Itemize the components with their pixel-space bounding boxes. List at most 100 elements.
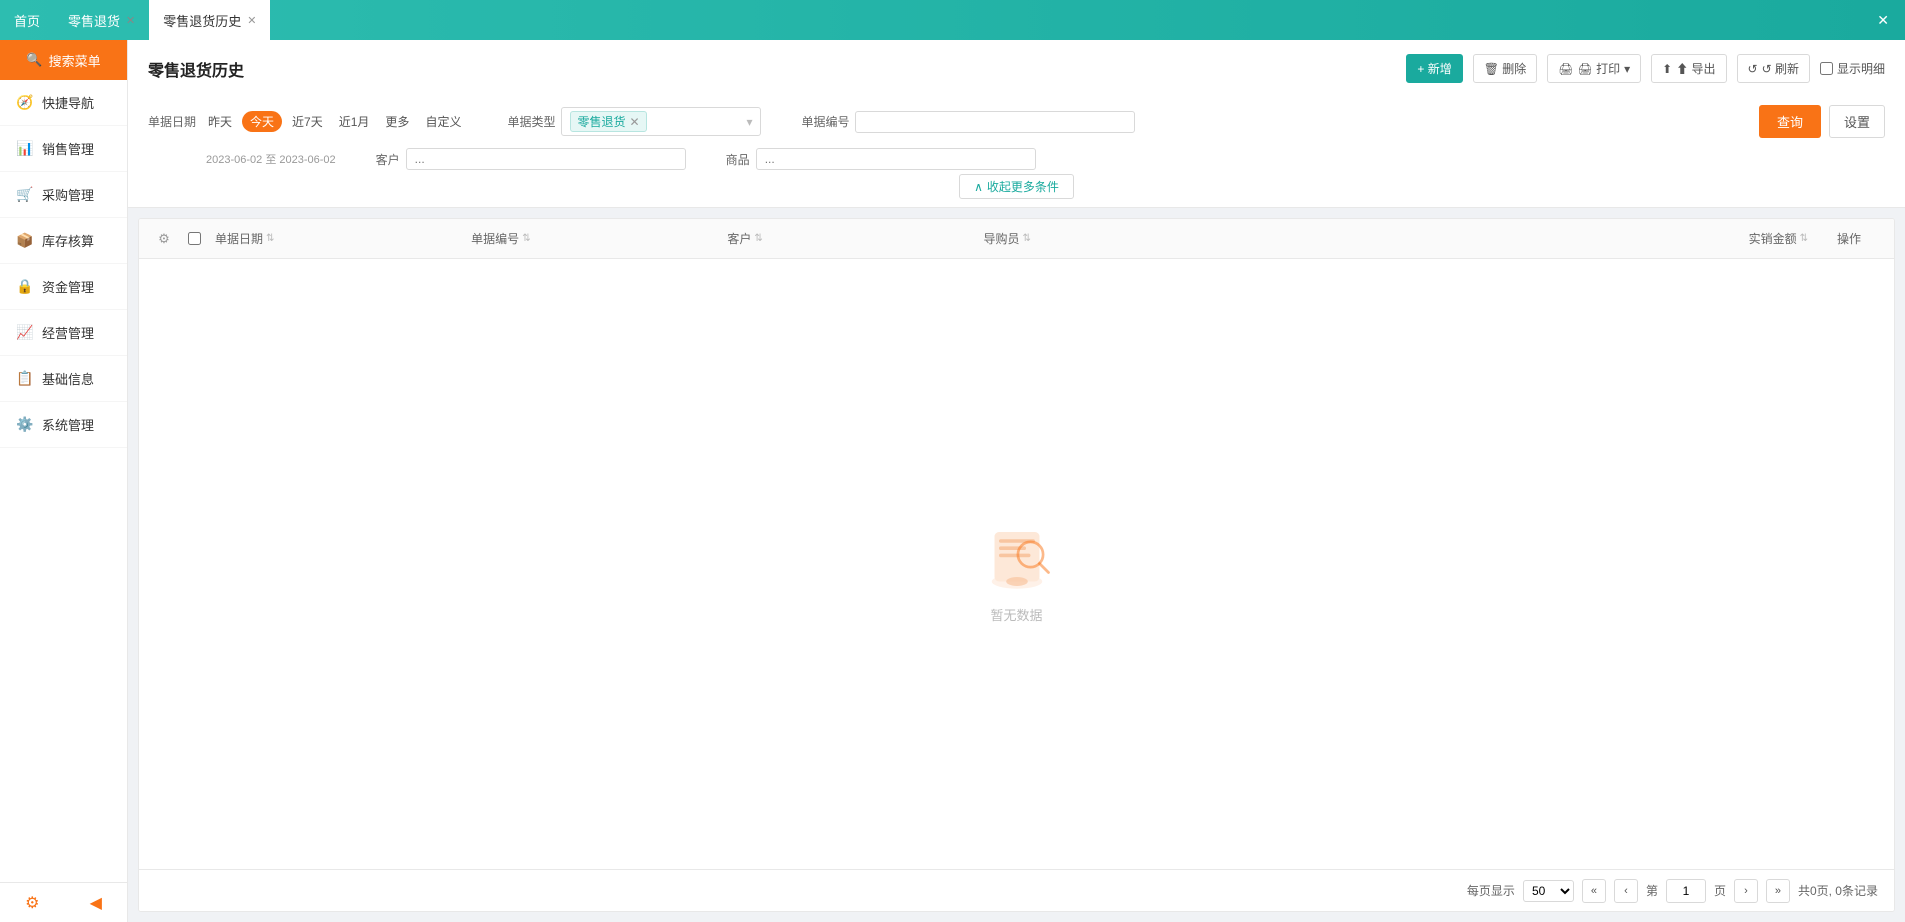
close-icon[interactable]: ✕ bbox=[126, 14, 135, 27]
sidebar-item-operations[interactable]: 📈 经营管理 bbox=[0, 310, 127, 356]
th-guide: 导购员 ⇅ bbox=[978, 230, 1234, 247]
per-page-label: 每页显示 bbox=[1467, 882, 1515, 899]
system-icon: ⚙️ bbox=[16, 416, 34, 434]
basic-info-icon: 📋 bbox=[16, 370, 34, 388]
finance-icon: 🔒 bbox=[16, 278, 34, 296]
content-area: 零售退货历史 + 新增 🗑 删除 🖨 🖨 打印 ▾ ⬆ ⬆ 导出 ↺ bbox=[128, 40, 1905, 922]
per-page-select[interactable]: 50 20 100 bbox=[1523, 880, 1574, 902]
sidebar: 🔍 搜索菜单 🧭 快捷导航 📊 销售管理 🛒 采购管理 📦 库存核算 🔒 bbox=[0, 40, 128, 922]
export-button[interactable]: ⬆ ⬆ 导出 bbox=[1651, 54, 1726, 83]
sidebar-item-finance[interactable]: 🔒 资金管理 bbox=[0, 264, 127, 310]
sidebar-item-label: 经营管理 bbox=[42, 323, 94, 342]
th-customer-label: 客户 bbox=[727, 230, 751, 247]
shortcut-custom[interactable]: 自定义 bbox=[419, 111, 467, 132]
new-button[interactable]: + 新增 bbox=[1406, 54, 1462, 83]
refresh-icon: ↺ bbox=[1748, 62, 1758, 76]
shortcut-today[interactable]: 今天 bbox=[242, 111, 282, 132]
shortcut-7days[interactable]: 近7天 bbox=[286, 111, 329, 132]
sort-icon[interactable]: ⇅ bbox=[754, 233, 762, 244]
table-settings-icon[interactable]: ⚙ bbox=[149, 231, 179, 247]
sidebar-item-label: 基础信息 bbox=[42, 369, 94, 388]
page-title: 零售退货历史 bbox=[148, 57, 244, 81]
page-label: 页 bbox=[1714, 882, 1726, 899]
date-shortcuts: 昨天 今天 近7天 近1月 更多 自定义 bbox=[202, 111, 467, 132]
delete-button[interactable]: 🗑 删除 bbox=[1473, 54, 1538, 83]
sort-icon[interactable]: ⇅ bbox=[1023, 233, 1031, 244]
collapse-up-icon: ∧ bbox=[974, 180, 983, 194]
content-header: 零售退货历史 + 新增 🗑 删除 🖨 🖨 打印 ▾ ⬆ ⬆ 导出 ↺ bbox=[128, 40, 1905, 208]
inventory-icon: 📦 bbox=[16, 232, 34, 250]
sort-icon[interactable]: ⇅ bbox=[1800, 233, 1808, 244]
sidebar-settings-button[interactable]: ⚙ bbox=[25, 893, 39, 913]
print-button[interactable]: 🖨 🖨 打印 ▾ bbox=[1547, 54, 1641, 83]
title-row: 零售退货历史 + 新增 🗑 删除 🖨 🖨 打印 ▾ ⬆ ⬆ 导出 ↺ bbox=[148, 54, 1885, 83]
sidebar-collapse-button[interactable]: ◀ bbox=[90, 893, 102, 913]
voucher-type-label: 单据类型 bbox=[507, 113, 555, 130]
settings-button[interactable]: 设置 bbox=[1829, 105, 1885, 138]
tab-bar: 首页 零售退货 ✕ 零售退货历史 ✕ bbox=[0, 0, 1877, 40]
show-detail-label: 显示明细 bbox=[1837, 60, 1885, 77]
sidebar-bottom: ⚙ ◀ bbox=[0, 882, 127, 922]
th-date: 单据日期 ⇅ bbox=[209, 230, 465, 247]
first-page-button[interactable]: « bbox=[1582, 879, 1606, 903]
operations-icon: 📈 bbox=[16, 324, 34, 342]
goods-filter: 商品 bbox=[726, 148, 1036, 170]
sidebar-item-purchase[interactable]: 🛒 采购管理 bbox=[0, 172, 127, 218]
window-close-button[interactable]: ✕ bbox=[1877, 12, 1905, 29]
next-page-button[interactable]: › bbox=[1734, 879, 1758, 903]
customer-filter: 客户 bbox=[376, 148, 686, 170]
shortcut-yesterday[interactable]: 昨天 bbox=[202, 111, 238, 132]
filter-area: 单据日期 昨天 今天 近7天 近1月 更多 自定义 单据类型 bbox=[148, 95, 1885, 207]
filter-row-2: 2023-06-02 至 2023-06-02 客户 商品 bbox=[148, 148, 1885, 170]
action-buttons: 查询 设置 bbox=[1759, 105, 1885, 138]
sidebar-item-sales[interactable]: 📊 销售管理 bbox=[0, 126, 127, 172]
sidebar-search[interactable]: 🔍 搜索菜单 bbox=[0, 40, 127, 80]
sidebar-item-label: 资金管理 bbox=[42, 277, 94, 296]
table-select-all-checkbox[interactable] bbox=[179, 232, 209, 245]
sidebar-item-system[interactable]: ⚙️ 系统管理 bbox=[0, 402, 127, 448]
shortcut-more[interactable]: 更多 bbox=[379, 111, 415, 132]
toolbar: + 新增 🗑 删除 🖨 🖨 打印 ▾ ⬆ ⬆ 导出 ↺ ↺ 刷新 bbox=[1406, 54, 1885, 83]
voucher-type-filter: 单据类型 零售退货 ✕ ▾ bbox=[507, 107, 761, 136]
export-icon: ⬆ bbox=[1662, 62, 1672, 76]
empty-text: 暂无数据 bbox=[990, 605, 1042, 624]
sidebar-item-label: 采购管理 bbox=[42, 185, 94, 204]
voucher-number-input[interactable] bbox=[855, 111, 1135, 133]
voucher-number-filter: 单据编号 bbox=[801, 111, 1135, 133]
tab-home[interactable]: 首页 bbox=[0, 11, 54, 30]
total-info: 共0页, 0条记录 bbox=[1798, 882, 1878, 899]
sidebar-item-quick-nav[interactable]: 🧭 快捷导航 bbox=[0, 80, 127, 126]
sidebar-item-label: 快捷导航 bbox=[42, 93, 94, 112]
page-number-input[interactable] bbox=[1666, 879, 1706, 903]
close-icon[interactable]: ✕ bbox=[247, 14, 256, 27]
collapse-label: 收起更多条件 bbox=[987, 178, 1059, 195]
sidebar-item-basic-info[interactable]: 📋 基础信息 bbox=[0, 356, 127, 402]
table-container: ⚙ 单据日期 ⇅ 单据编号 ⇅ 客户 ⇅ 导购员 ⇅ bbox=[138, 218, 1895, 912]
th-date-label: 单据日期 bbox=[215, 230, 263, 247]
search-icon: 🔍 bbox=[26, 52, 42, 68]
sort-icon[interactable]: ⇅ bbox=[266, 233, 274, 244]
goods-input[interactable] bbox=[756, 148, 1036, 170]
customer-input[interactable] bbox=[406, 148, 686, 170]
shortcut-1month[interactable]: 近1月 bbox=[333, 111, 376, 132]
tab-retail-return-history[interactable]: 零售退货历史 ✕ bbox=[149, 0, 270, 40]
voucher-type-tag: 零售退货 ✕ bbox=[570, 111, 646, 132]
th-guide-label: 导购员 bbox=[984, 230, 1020, 247]
main-layout: 🔍 搜索菜单 🧭 快捷导航 📊 销售管理 🛒 采购管理 📦 库存核算 🔒 bbox=[0, 40, 1905, 922]
tab-retail-return[interactable]: 零售退货 ✕ bbox=[54, 0, 149, 40]
prev-page-button[interactable]: ‹ bbox=[1614, 879, 1638, 903]
sidebar-item-inventory[interactable]: 📦 库存核算 bbox=[0, 218, 127, 264]
tag-close-icon[interactable]: ✕ bbox=[629, 115, 639, 129]
filter-row-1: 单据日期 昨天 今天 近7天 近1月 更多 自定义 单据类型 bbox=[148, 105, 1885, 138]
select-all-checkbox[interactable] bbox=[188, 232, 201, 245]
show-detail-checkbox-label[interactable]: 显示明细 bbox=[1820, 60, 1885, 77]
sort-icon[interactable]: ⇅ bbox=[522, 233, 530, 244]
tab-label: 零售退货历史 bbox=[163, 11, 241, 30]
last-page-button[interactable]: » bbox=[1766, 879, 1790, 903]
query-button[interactable]: 查询 bbox=[1759, 105, 1821, 138]
refresh-button[interactable]: ↺ ↺ 刷新 bbox=[1737, 54, 1810, 83]
collapse-button[interactable]: ∧ 收起更多条件 bbox=[959, 174, 1074, 199]
show-detail-checkbox[interactable] bbox=[1820, 62, 1833, 75]
voucher-type-select[interactable]: 零售退货 ✕ ▾ bbox=[561, 107, 761, 136]
th-op-label: 操作 bbox=[1837, 230, 1861, 247]
